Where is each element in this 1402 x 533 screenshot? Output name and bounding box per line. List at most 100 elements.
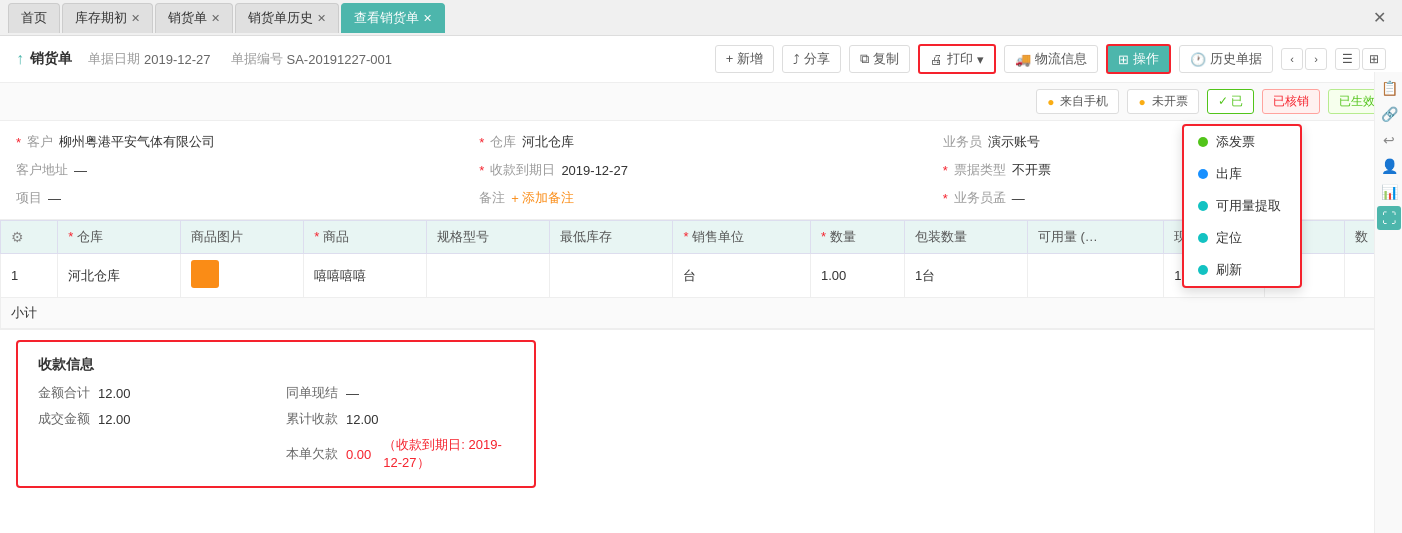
warehouse-field: * 仓库 河北仓库 bbox=[479, 133, 922, 151]
row-spec bbox=[427, 254, 550, 298]
tab-sales-history-close[interactable]: ✕ bbox=[317, 12, 326, 25]
tab-home[interactable]: 首页 bbox=[8, 3, 60, 33]
tab-sales-history[interactable]: 销货单历史 ✕ bbox=[235, 3, 339, 33]
add-note-button[interactable]: + 添加备注 bbox=[511, 189, 574, 207]
outbound-dot bbox=[1198, 169, 1208, 179]
warehouse-value: 河北仓库 bbox=[522, 133, 574, 151]
new-button[interactable]: + 新增 bbox=[715, 45, 774, 73]
tab-view-sales-label: 查看销货单 bbox=[354, 9, 419, 27]
sales-order-icon: ↑ bbox=[16, 50, 24, 68]
from-phone-label: 来自手机 bbox=[1060, 93, 1108, 110]
sidebar-clipboard-icon[interactable]: 📋 bbox=[1377, 76, 1401, 100]
project-label: 项目 bbox=[16, 189, 42, 207]
address-label: 客户地址 bbox=[16, 161, 68, 179]
tab-sales-close[interactable]: ✕ bbox=[211, 12, 220, 25]
row-product: 嘻嘻嘻嘻 bbox=[304, 254, 427, 298]
col-warehouse: * 仓库 bbox=[58, 221, 181, 254]
copy-icon: ⧉ bbox=[860, 51, 869, 67]
print-button[interactable]: 🖨 打印 ▾ bbox=[918, 44, 996, 74]
payment-section: 收款信息 金额合计 12.00 同单现结 — 成交金额 12.00 累计收款 1… bbox=[16, 340, 536, 488]
document-title-area: ↑ 销货单 bbox=[16, 50, 72, 68]
ticket-required: * bbox=[943, 163, 948, 178]
row-warehouse: 河北仓库 bbox=[58, 254, 181, 298]
same-order-settle-row: 同单现结 — bbox=[286, 384, 514, 402]
outbound-label: 出库 bbox=[1216, 165, 1242, 183]
add-note-label: 添加备注 bbox=[522, 189, 574, 207]
history-button[interactable]: 🕐 历史单据 bbox=[1179, 45, 1273, 73]
print-icon: 🖨 bbox=[930, 52, 943, 67]
cumulative-receipt-label: 累计收款 bbox=[286, 410, 338, 428]
not-open-label: 未开票 bbox=[1152, 93, 1188, 110]
row-available bbox=[1027, 254, 1163, 298]
sidebar-user-icon[interactable]: 👤 bbox=[1377, 154, 1401, 178]
add-invoice-item[interactable]: 添发票 bbox=[1184, 126, 1300, 158]
outbound-item[interactable]: 出库 bbox=[1184, 158, 1300, 190]
col-unit: * 销售单位 bbox=[673, 221, 811, 254]
secondary-toolbar: 来自手机 未开票 ✓ 已 已核销 已生效 bbox=[0, 83, 1402, 121]
from-phone-button[interactable]: 来自手机 bbox=[1036, 89, 1119, 114]
col-spec: 规格型号 bbox=[427, 221, 550, 254]
row-unit: 台 bbox=[673, 254, 811, 298]
not-open-button[interactable]: 未开票 bbox=[1127, 89, 1198, 114]
sales-staff-required: * bbox=[943, 191, 948, 206]
document-header: ↑ 销货单 单据日期 2019-12-27 单据编号 SA-20191227-0… bbox=[0, 36, 1402, 83]
subtotal-row: 小计 bbox=[1, 298, 1402, 329]
prev-arrow[interactable]: ‹ bbox=[1281, 48, 1303, 70]
document-meta: 单据日期 2019-12-27 单据编号 SA-20191227-001 bbox=[88, 50, 392, 68]
next-arrow[interactable]: › bbox=[1305, 48, 1327, 70]
tab-home-label: 首页 bbox=[21, 9, 47, 27]
operations-grid-icon: ⊞ bbox=[1118, 52, 1129, 67]
location-label: 定位 bbox=[1216, 229, 1242, 247]
staff-field: 业务员 演示账号 bbox=[943, 133, 1386, 151]
tab-inventory[interactable]: 库存期初 ✕ bbox=[62, 3, 153, 33]
due-date-field: * 收款到期日 2019-12-27 bbox=[479, 161, 922, 179]
transaction-amount-label: 成交金额 bbox=[38, 410, 90, 428]
transaction-amount-row: 成交金额 12.00 bbox=[38, 410, 266, 428]
sidebar-undo-icon[interactable]: ↩ bbox=[1377, 128, 1401, 152]
refresh-item[interactable]: 刷新 bbox=[1184, 254, 1300, 286]
confirm-button[interactable]: ✓ 已 bbox=[1207, 89, 1254, 114]
total-amount-value: 12.00 bbox=[98, 386, 131, 401]
tab-view-sales[interactable]: 查看销货单 ✕ bbox=[341, 3, 445, 33]
current-due-value: 0.00 bbox=[346, 447, 371, 462]
document-type-label: 销货单 bbox=[30, 50, 72, 68]
same-order-settle-label: 同单现结 bbox=[286, 384, 338, 402]
sales-staff-value: — bbox=[1012, 191, 1025, 206]
ticket-type-label: 票据类型 bbox=[954, 161, 1006, 179]
current-due-row: 本单欠款 0.00 （收款到期日: 2019-12-27） bbox=[286, 436, 514, 472]
number-meta: 单据编号 SA-20191227-001 bbox=[231, 50, 393, 68]
share-button[interactable]: ⤴ 分享 bbox=[782, 45, 841, 73]
operations-button[interactable]: ⊞ 操作 bbox=[1106, 44, 1171, 74]
sidebar-expand-icon[interactable]: ⛶ bbox=[1377, 206, 1401, 230]
sold-badge: 已核销 bbox=[1262, 89, 1320, 114]
list-view-icon[interactable]: ☰ bbox=[1335, 48, 1360, 70]
customer-required: * bbox=[16, 135, 21, 150]
tab-sales-label: 销货单 bbox=[168, 9, 207, 27]
available-extract-item[interactable]: 可用量提取 bbox=[1184, 190, 1300, 222]
copy-button[interactable]: ⧉ 复制 bbox=[849, 45, 910, 73]
tab-sales-history-label: 销货单历史 bbox=[248, 9, 313, 27]
refresh-dot bbox=[1198, 265, 1208, 275]
date-label: 单据日期 bbox=[88, 50, 140, 68]
location-item[interactable]: 定位 bbox=[1184, 222, 1300, 254]
date-meta: 单据日期 2019-12-27 bbox=[88, 50, 211, 68]
sidebar-chart-icon[interactable]: 📊 bbox=[1377, 180, 1401, 204]
tab-inventory-label: 库存期初 bbox=[75, 9, 127, 27]
refresh-label: 刷新 bbox=[1216, 261, 1242, 279]
number-value: SA-20191227-001 bbox=[287, 52, 393, 67]
print-dropdown-arrow: ▾ bbox=[977, 52, 984, 67]
product-image bbox=[191, 260, 219, 288]
warehouse-required: * bbox=[479, 135, 484, 150]
add-invoice-dot bbox=[1198, 137, 1208, 147]
window-close-button[interactable]: ✕ bbox=[1365, 4, 1394, 31]
settings-icon[interactable]: ⚙ bbox=[11, 229, 24, 245]
sidebar-link-icon[interactable]: 🔗 bbox=[1377, 102, 1401, 126]
tab-sales[interactable]: 销货单 ✕ bbox=[155, 3, 233, 33]
logistics-button[interactable]: 🚚 物流信息 bbox=[1004, 45, 1098, 73]
nav-arrows: ‹ › bbox=[1281, 48, 1327, 70]
col-product: * 商品 bbox=[304, 221, 427, 254]
grid-view-icon[interactable]: ⊞ bbox=[1362, 48, 1386, 70]
tab-view-sales-close[interactable]: ✕ bbox=[423, 12, 432, 25]
row-min-stock bbox=[550, 254, 673, 298]
tab-inventory-close[interactable]: ✕ bbox=[131, 12, 140, 25]
